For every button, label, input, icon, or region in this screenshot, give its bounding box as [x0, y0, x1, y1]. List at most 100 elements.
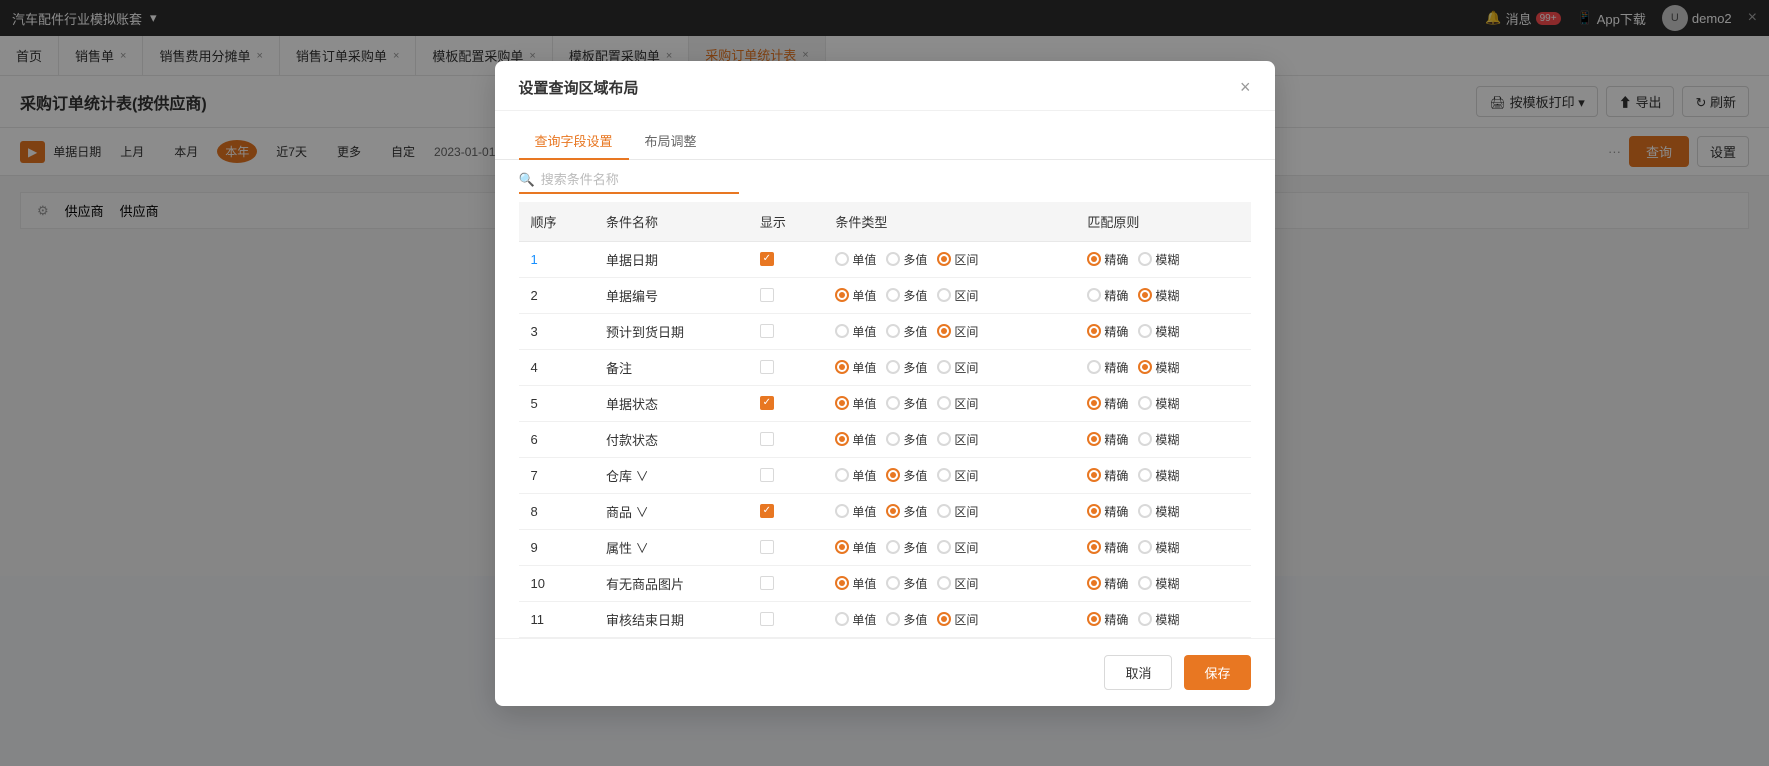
type-option-区间[interactable]: 区间 [937, 611, 978, 628]
settings-modal: 设置查询区域布局 × 查询字段设置 布局调整 🔍 顺序 [495, 61, 1275, 706]
type-option-多值[interactable]: 多值 [886, 575, 927, 592]
cell-display[interactable] [748, 601, 823, 637]
display-checkbox[interactable] [760, 468, 774, 482]
match-option-模糊[interactable]: 模糊 [1138, 287, 1179, 304]
cell-display[interactable] [748, 529, 823, 565]
modal-close-btn[interactable]: × [1240, 78, 1251, 96]
cell-display[interactable] [748, 421, 823, 457]
match-option-精确[interactable]: 精确 [1087, 575, 1128, 592]
type-option-区间[interactable]: 区间 [937, 359, 978, 376]
type-option-多值[interactable]: 多值 [886, 251, 927, 268]
type-option-单值[interactable]: 单值 [835, 395, 876, 412]
cancel-btn[interactable]: 取消 [1104, 655, 1172, 690]
cell-order: 3 [519, 313, 594, 349]
cell-display[interactable] [748, 565, 823, 601]
cell-order: 11 [519, 601, 594, 637]
type-option-多值[interactable]: 多值 [886, 395, 927, 412]
cell-display[interactable] [748, 313, 823, 349]
type-option-区间[interactable]: 区间 [937, 431, 978, 448]
display-checkbox[interactable] [760, 576, 774, 590]
table-row: 4备注单值多值区间精确模糊 [519, 349, 1251, 385]
type-option-单值[interactable]: 单值 [835, 611, 876, 628]
config-table: 顺序 条件名称 显示 条件类型 匹配原则 1单据日期单值多值区间精确模糊2单据编… [519, 202, 1251, 638]
match-option-模糊[interactable]: 模糊 [1138, 611, 1179, 628]
cell-type: 单值多值区间 [823, 241, 1075, 277]
cell-type: 单值多值区间 [823, 313, 1075, 349]
cell-display[interactable] [748, 457, 823, 493]
cell-order: 1 [519, 241, 594, 277]
type-option-区间[interactable]: 区间 [937, 503, 978, 520]
cell-display[interactable] [748, 277, 823, 313]
type-option-单值[interactable]: 单值 [835, 251, 876, 268]
match-option-模糊[interactable]: 模糊 [1138, 503, 1179, 520]
display-checkbox[interactable] [760, 504, 774, 518]
match-option-精确[interactable]: 精确 [1087, 611, 1128, 628]
type-option-区间[interactable]: 区间 [937, 395, 978, 412]
match-option-精确[interactable]: 精确 [1087, 503, 1128, 520]
match-option-模糊[interactable]: 模糊 [1138, 539, 1179, 556]
type-option-单值[interactable]: 单值 [835, 359, 876, 376]
match-option-模糊[interactable]: 模糊 [1138, 467, 1179, 484]
match-option-精确[interactable]: 精确 [1087, 431, 1128, 448]
type-option-多值[interactable]: 多值 [886, 539, 927, 556]
type-option-单值[interactable]: 单值 [835, 503, 876, 520]
type-option-区间[interactable]: 区间 [937, 467, 978, 484]
type-option-区间[interactable]: 区间 [937, 575, 978, 592]
type-option-单值[interactable]: 单值 [835, 467, 876, 484]
match-option-精确[interactable]: 精确 [1087, 287, 1128, 304]
type-option-多值[interactable]: 多值 [886, 431, 927, 448]
match-option-精确[interactable]: 精确 [1087, 359, 1128, 376]
display-checkbox[interactable] [760, 396, 774, 410]
display-checkbox[interactable] [760, 612, 774, 626]
match-option-模糊[interactable]: 模糊 [1138, 575, 1179, 592]
match-option-模糊[interactable]: 模糊 [1138, 323, 1179, 340]
type-option-多值[interactable]: 多值 [886, 503, 927, 520]
type-option-区间[interactable]: 区间 [937, 539, 978, 556]
display-checkbox[interactable] [760, 360, 774, 374]
match-option-模糊[interactable]: 模糊 [1138, 395, 1179, 412]
match-option-精确[interactable]: 精确 [1087, 395, 1128, 412]
match-option-模糊[interactable]: 模糊 [1138, 431, 1179, 448]
display-checkbox[interactable] [760, 432, 774, 446]
match-option-精确[interactable]: 精确 [1087, 323, 1128, 340]
table-row: 3预计到货日期单值多值区间精确模糊 [519, 313, 1251, 349]
cell-type: 单值多值区间 [823, 601, 1075, 637]
type-option-单值[interactable]: 单值 [835, 539, 876, 556]
modal-tab-query[interactable]: 查询字段设置 [519, 123, 629, 160]
type-option-多值[interactable]: 多值 [886, 323, 927, 340]
type-option-单值[interactable]: 单值 [835, 431, 876, 448]
cell-name: 有无商品图片 [594, 565, 748, 601]
cell-display[interactable] [748, 385, 823, 421]
type-option-多值[interactable]: 多值 [886, 287, 927, 304]
type-option-多值[interactable]: 多值 [886, 611, 927, 628]
type-option-多值[interactable]: 多值 [886, 359, 927, 376]
cell-name: 备注 [594, 349, 748, 385]
type-option-单值[interactable]: 单值 [835, 575, 876, 592]
match-option-精确[interactable]: 精确 [1087, 467, 1128, 484]
match-option-精确[interactable]: 精确 [1087, 539, 1128, 556]
type-option-多值[interactable]: 多值 [886, 467, 927, 484]
save-btn[interactable]: 保存 [1184, 655, 1250, 690]
modal-tab-layout[interactable]: 布局调整 [629, 123, 713, 160]
cell-order: 9 [519, 529, 594, 565]
type-option-区间[interactable]: 区间 [937, 251, 978, 268]
display-checkbox[interactable] [760, 252, 774, 266]
match-option-精确[interactable]: 精确 [1087, 251, 1128, 268]
cell-display[interactable] [748, 241, 823, 277]
match-option-模糊[interactable]: 模糊 [1138, 359, 1179, 376]
match-option-模糊[interactable]: 模糊 [1138, 251, 1179, 268]
type-option-单值[interactable]: 单值 [835, 323, 876, 340]
table-row: 11审核结束日期单值多值区间精确模糊 [519, 601, 1251, 637]
cell-display[interactable] [748, 349, 823, 385]
type-option-单值[interactable]: 单值 [835, 287, 876, 304]
display-checkbox[interactable] [760, 540, 774, 554]
type-option-区间[interactable]: 区间 [937, 287, 978, 304]
cell-match: 精确模糊 [1075, 457, 1250, 493]
type-option-区间[interactable]: 区间 [937, 323, 978, 340]
display-checkbox[interactable] [760, 324, 774, 338]
cell-display[interactable] [748, 493, 823, 529]
display-checkbox[interactable] [760, 288, 774, 302]
search-input[interactable] [541, 172, 721, 187]
modal-title: 设置查询区域布局 [519, 77, 639, 98]
cell-order: 5 [519, 385, 594, 421]
